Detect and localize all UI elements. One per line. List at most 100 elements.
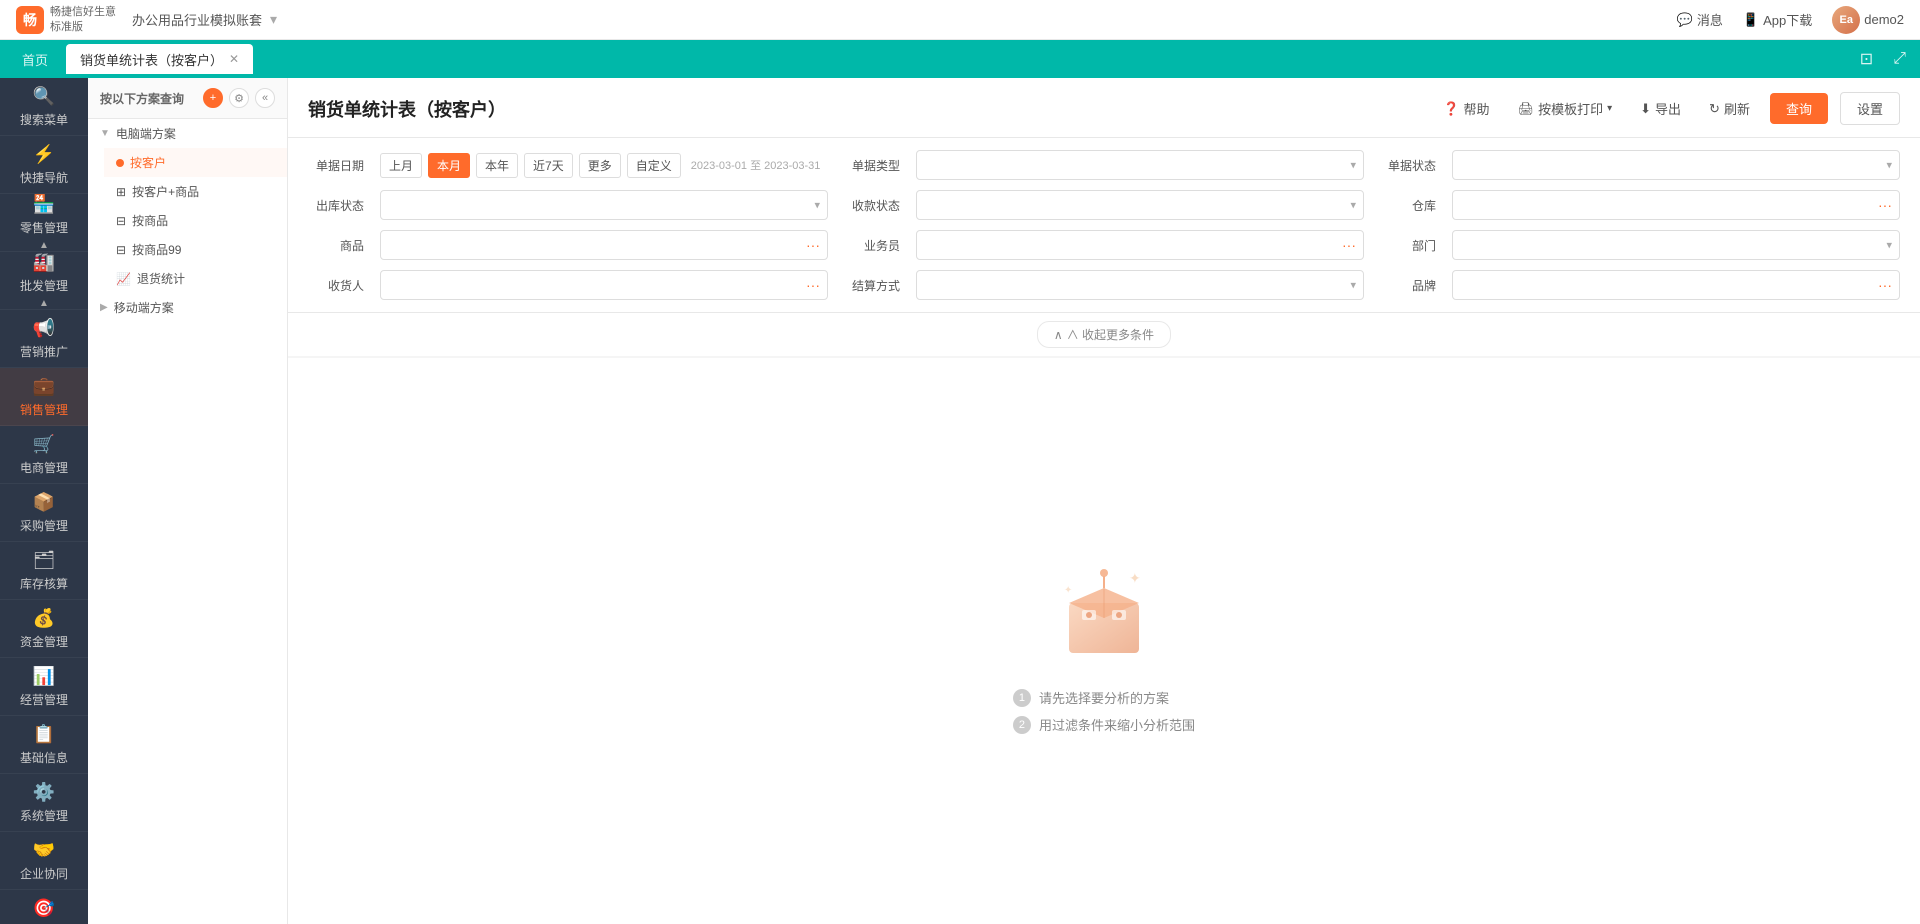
receiver-input[interactable] [380, 270, 828, 300]
sidebar-item-operation[interactable]: 📊 经营管理 [0, 658, 88, 716]
main-layout: 🔍 搜索菜单 ⚡ 快捷导航 🏪 零售管理 ▲ 🏭 批发管理 ▲ 📢 营销推广 💼… [0, 78, 1920, 924]
empty-hint-1: 1 请先选择要分析的方案 [1013, 688, 1195, 707]
app-download-action[interactable]: 📱 App下载 [1743, 10, 1812, 29]
table-icon: ⊟ [116, 214, 126, 228]
message-action[interactable]: 💬 消息 [1677, 10, 1723, 29]
empty-illustration: ✦ ✦ [1044, 548, 1164, 668]
sidebar-item-basic[interactable]: 📋 基础信息 [0, 716, 88, 774]
sidebar-item-retail[interactable]: 🏪 零售管理 ▲ [0, 194, 88, 252]
print-button[interactable]: 🖨 按模板打印 ▾ [1510, 95, 1621, 122]
out-status-label: 出库状态 [308, 197, 364, 214]
brand-input[interactable] [1452, 270, 1900, 300]
bill-status-label: 单据状态 [1380, 157, 1436, 174]
chart-icon: 📈 [116, 272, 131, 286]
sidebar-item-purchase[interactable]: 📦 采购管理 [0, 484, 88, 542]
sidebar-item-wholesale[interactable]: 🏭 批发管理 ▲ [0, 252, 88, 310]
header-left: 畅 畅捷信好生意 标准版 办公用品行业模拟账套 ▾ [16, 5, 277, 34]
sales-icon: 💼 [33, 376, 55, 397]
brand-dots[interactable]: ··· [1878, 277, 1892, 293]
tree-item-by-customer-goods[interactable]: ⊞ 按客户+商品 [104, 177, 287, 206]
sidebar-item-finance[interactable]: 💰 资金管理 [0, 600, 88, 658]
tree-desktop-label: 电脑端方案 [116, 125, 176, 142]
sidebar-item-label: 采购管理 [20, 517, 68, 534]
tab-bar-actions: ⊡ ⤢ [1854, 47, 1912, 71]
sidebar-item-shortcut[interactable]: ⚡ 快捷导航 [0, 136, 88, 194]
tree-item-label: 退货统计 [137, 270, 185, 287]
tree-mobile-label: 移动端方案 [114, 299, 174, 316]
settlement-select[interactable] [916, 270, 1364, 300]
left-panel: 按以下方案查询 + ⚙ « ▼ 电脑端方案 按客户 ⊞ 按客户+商品 ⊟ [88, 78, 288, 924]
wholesale-icon: 🏭 [33, 252, 55, 273]
sidebar-item-marketing[interactable]: 📢 营销推广 [0, 310, 88, 368]
goods-dots[interactable]: ··· [806, 237, 820, 253]
sidebar-item-label: 经营管理 [20, 691, 68, 708]
sidebar-item-system[interactable]: ⚙️ 系统管理 [0, 774, 88, 832]
date-btn-last-month[interactable]: 上月 [380, 153, 422, 178]
ecommerce-icon: 🛒 [33, 434, 55, 455]
panel-header: 按以下方案查询 + ⚙ « [88, 78, 287, 119]
tab-close-icon[interactable]: ✕ [229, 53, 239, 65]
sidebar-item-label: 电商管理 [20, 459, 68, 476]
tree-item-by-goods-99[interactable]: ⊟ 按商品99 [104, 235, 287, 264]
department-select[interactable] [1452, 230, 1900, 260]
panel-title: 按以下方案查询 [100, 90, 184, 107]
query-button[interactable]: 查询 [1770, 93, 1828, 124]
tab-sales-stats[interactable]: 销货单统计表（按客户） ✕ [66, 44, 253, 74]
panel-collapse-btn[interactable]: « [255, 88, 275, 108]
settlement-label: 结算方式 [844, 277, 900, 294]
sidebar-item-inventory[interactable]: 🗂 库存核算 [0, 542, 88, 600]
hint-number-2: 2 [1013, 716, 1031, 734]
panel-add-btn[interactable]: + [203, 88, 223, 108]
goods-control: ··· [380, 230, 828, 260]
wholesale-arrow: ▲ [39, 298, 49, 309]
date-btn-this-year[interactable]: 本年 [476, 153, 518, 178]
collapse-label: ∧ 收起更多条件 [1067, 326, 1154, 343]
date-btn-this-month[interactable]: 本月 [428, 153, 470, 178]
filter-area: 单据日期 上月 本月 本年 近7天 更多 自定义 2023-03-01 至 20… [288, 138, 1920, 313]
warehouse-dots[interactable]: ··· [1878, 197, 1892, 213]
salesperson-input[interactable] [916, 230, 1364, 260]
bill-type-select[interactable] [916, 150, 1364, 180]
enterprise-icon: 🤝 [33, 840, 55, 861]
salesperson-dots[interactable]: ··· [1342, 237, 1356, 253]
sidebar-item-guide[interactable]: 🎯 新手引导 [0, 890, 88, 924]
message-icon: 💬 [1677, 12, 1693, 28]
sidebar-item-enterprise[interactable]: 🤝 企业协同 [0, 832, 88, 890]
tree-mobile-group[interactable]: ▶ 移动端方案 [88, 293, 287, 322]
settings-button[interactable]: 设置 [1840, 92, 1900, 125]
print-icon: 🖨 [1518, 101, 1535, 117]
tree-item-by-customer[interactable]: 按客户 [104, 148, 287, 177]
panel-settings-btn[interactable]: ⚙ [229, 88, 249, 108]
date-btn-custom[interactable]: 自定义 [627, 153, 681, 178]
help-button[interactable]: ❓ 帮助 [1435, 95, 1497, 122]
sidebar-item-sales[interactable]: 💼 销售管理 [0, 368, 88, 426]
date-btn-last-7-days[interactable]: 近7天 [524, 153, 573, 178]
refresh-button[interactable]: ↻ 刷新 [1701, 95, 1758, 122]
receive-status-label: 收款状态 [844, 197, 900, 214]
out-status-select[interactable] [380, 190, 828, 220]
receiver-dots[interactable]: ··· [806, 277, 820, 293]
filter-row-3: 商品 ··· 业务员 ··· 部门 [308, 230, 1900, 260]
tab-sales-stats-label: 销货单统计表（按客户） [80, 50, 223, 69]
app-title-arrow[interactable]: ▾ [270, 11, 277, 28]
export-button[interactable]: ⬇ 导出 [1632, 95, 1689, 122]
sidebar-item-search[interactable]: 🔍 搜索菜单 [0, 78, 88, 136]
tree-item-by-goods[interactable]: ⊟ 按商品 [104, 206, 287, 235]
user-profile[interactable]: Ea demo2 [1832, 6, 1904, 34]
receive-status-select[interactable] [916, 190, 1364, 220]
date-range: 2023-03-01 至 2023-03-31 [691, 157, 821, 173]
tab-maximize-icon[interactable]: ⤢ [1887, 48, 1912, 70]
date-btn-more[interactable]: 更多 [579, 153, 621, 178]
tree-item-return-stats[interactable]: 📈 退货统计 [104, 264, 287, 293]
tab-restore-icon[interactable]: ⊡ [1854, 47, 1879, 71]
inventory-icon: 🗂 [33, 550, 56, 571]
warehouse-input[interactable] [1452, 190, 1900, 220]
tab-home[interactable]: 首页 [8, 44, 62, 74]
tree-desktop-group[interactable]: ▼ 电脑端方案 [88, 119, 287, 148]
bill-status-select[interactable] [1452, 150, 1900, 180]
app-download-label: App下载 [1763, 10, 1812, 29]
sidebar-item-ecommerce[interactable]: 🛒 电商管理 [0, 426, 88, 484]
collapse-arrow-icon: ∧ [1054, 328, 1063, 342]
goods-input[interactable] [380, 230, 828, 260]
collapse-button[interactable]: ∧ ∧ 收起更多条件 [1037, 321, 1171, 348]
